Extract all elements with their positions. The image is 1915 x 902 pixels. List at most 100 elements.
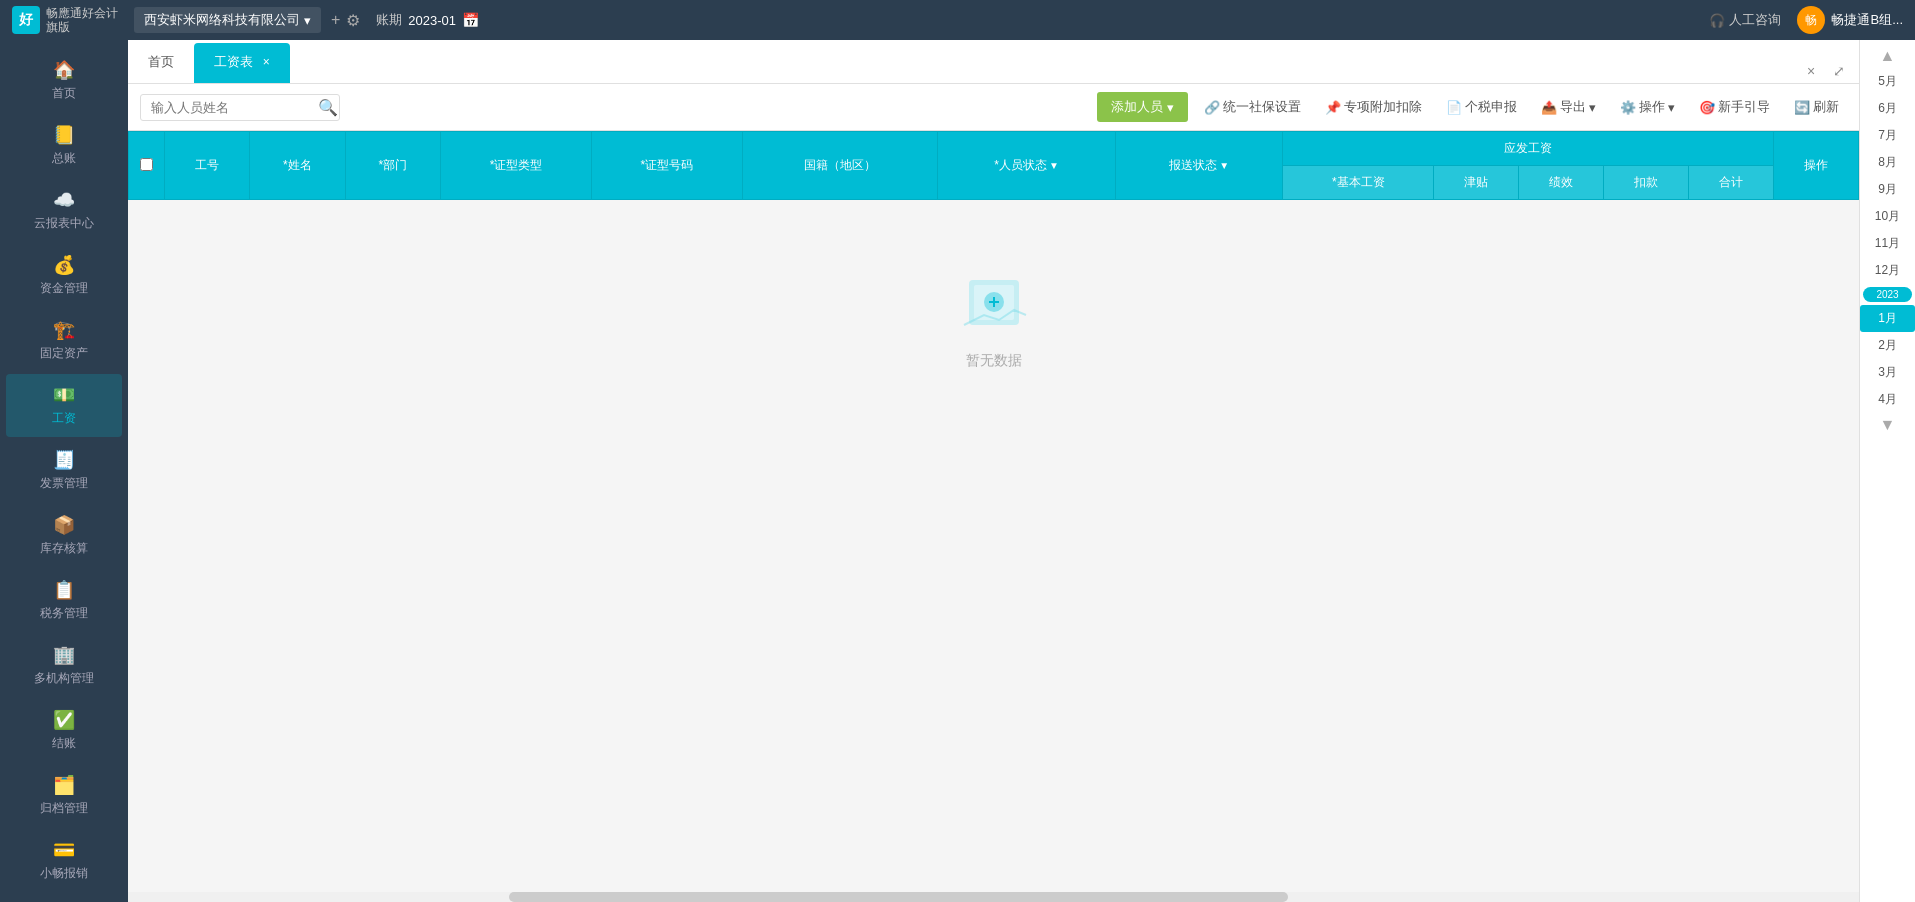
month-6[interactable]: 6月 (1860, 95, 1915, 122)
th-allowance: 津贴 (1434, 166, 1519, 200)
sidebar-label-expense: 小畅报销 (40, 865, 88, 882)
sidebar-icon-settlement: ✅ (53, 709, 75, 731)
sidebar-icon-archive: 🗂️ (53, 774, 75, 796)
sidebar-item-fixed-assets[interactable]: 🏗️ 固定资产 (6, 309, 122, 372)
sidebar-item-capital[interactable]: 💰 资金管理 (6, 244, 122, 307)
sidebar-item-invoice[interactable]: 🧾 发票管理 (6, 439, 122, 502)
sidebar-item-settlement[interactable]: ✅ 结账 (6, 699, 122, 762)
sidebar-label-fixed-assets: 固定资产 (40, 345, 88, 362)
content-main: 首页 工资表 × × ⤢ 🔍 添加人员 ▾ (128, 40, 1859, 902)
sidebar-item-expense[interactable]: 💳 小畅报销 (6, 829, 122, 892)
user-avatar: 畅 (1797, 6, 1825, 34)
sidebar-item-inventory[interactable]: 📦 库存核算 (6, 504, 122, 567)
new-guide-icon: 🎯 (1699, 100, 1715, 115)
tab-salary[interactable]: 工资表 × (194, 43, 290, 83)
th-total: 合计 (1689, 166, 1774, 200)
month-5[interactable]: 5月 (1860, 68, 1915, 95)
month-2[interactable]: 2月 (1860, 332, 1915, 359)
sidebar-label-tax: 税务管理 (40, 605, 88, 622)
month-1[interactable]: 1月 (1860, 305, 1915, 332)
period-value: 2023-01 (408, 13, 456, 28)
sidebar-item-settings[interactable]: ⚙️ 基础设置 (6, 894, 122, 902)
select-all-checkbox[interactable] (140, 158, 153, 171)
empty-icon (954, 260, 1034, 340)
sidebar-label-settlement: 结账 (52, 735, 76, 752)
table-container: 工号 *姓名 *部门 *证型类型 (128, 131, 1859, 902)
social-insurance-button[interactable]: 🔗 统一社保设置 (1196, 93, 1309, 121)
user-name: 畅捷通B组... (1831, 11, 1903, 29)
special-deduction-button[interactable]: 📌 专项附加扣除 (1317, 93, 1430, 121)
company-dropdown-icon: ▾ (304, 13, 311, 28)
th-performance: 绩效 (1519, 166, 1604, 200)
sidebar-label-cloud-report: 云报表中心 (34, 215, 94, 232)
logo-icon: 好 (12, 6, 40, 34)
toolbar: 🔍 添加人员 ▾ 🔗 统一社保设置 📌 专项附加扣除 (128, 84, 1859, 131)
support-button[interactable]: 🎧 人工咨询 (1709, 11, 1781, 29)
sidebar-icon-inventory: 📦 (53, 514, 75, 536)
sidebar-item-ledger[interactable]: 📒 总账 (6, 114, 122, 177)
export-button[interactable]: 📤 导出 ▾ (1533, 93, 1604, 121)
sidebar-icon-home: 🏠 (53, 59, 75, 81)
sidebar-item-salary[interactable]: 💵 工资 (6, 374, 122, 437)
month-4[interactable]: 4月 (1860, 386, 1915, 413)
month-8[interactable]: 8月 (1860, 149, 1915, 176)
add-company-icon[interactable]: + (331, 11, 340, 29)
sidebar-item-home[interactable]: 🏠 首页 (6, 49, 122, 112)
month-7[interactable]: 7月 (1860, 122, 1915, 149)
th-base-salary: *基本工资 (1283, 166, 1434, 200)
sidebar-icon-invoice: 🧾 (53, 449, 75, 471)
tabbar: 首页 工资表 × × ⤢ (128, 40, 1859, 84)
new-guide-button[interactable]: 🎯 新手引导 (1691, 93, 1778, 121)
th-status: *人员状态 ▼ (937, 132, 1115, 200)
month-9[interactable]: 9月 (1860, 176, 1915, 203)
horizontal-scrollbar[interactable] (128, 892, 1859, 902)
sidebar-icon-expense: 💳 (53, 839, 75, 861)
report-filter-icon[interactable]: ▼ (1219, 160, 1229, 171)
user-menu[interactable]: 畅 畅捷通B组... (1797, 6, 1903, 34)
sidebar-label-archive: 归档管理 (40, 800, 88, 817)
empty-text: 暂无数据 (966, 352, 1022, 370)
scrollbar-thumb[interactable] (509, 892, 1288, 902)
status-filter-icon[interactable]: ▼ (1049, 160, 1059, 171)
company-selector[interactable]: 西安虾米网络科技有限公司 ▾ (134, 7, 321, 33)
operation-dropdown-icon: ▾ (1668, 100, 1675, 115)
sidebar-item-tax[interactable]: 📋 税务管理 (6, 569, 122, 632)
sidebar-item-archive[interactable]: 🗂️ 归档管理 (6, 764, 122, 827)
panel-nav-down[interactable]: ▼ (1877, 413, 1899, 437)
company-name: 西安虾米网络科技有限公司 (144, 11, 300, 29)
tab-maximize-btn[interactable]: ⤢ (1827, 59, 1851, 83)
sidebar-label-multi-org: 多机构管理 (34, 670, 94, 687)
month-3[interactable]: 3月 (1860, 359, 1915, 386)
operation-icon: ⚙️ (1620, 100, 1636, 115)
search-input[interactable] (140, 94, 340, 121)
month-10[interactable]: 10月 (1860, 203, 1915, 230)
empty-state: 暂无数据 (128, 200, 1859, 430)
sidebar-label-capital: 资金管理 (40, 280, 88, 297)
settings-icon[interactable]: ⚙ (346, 11, 360, 30)
search-button[interactable]: 🔍 (318, 98, 338, 117)
export-dropdown-icon: ▾ (1589, 100, 1596, 115)
period-label: 账期 (376, 11, 402, 29)
topbar-actions: 🎧 人工咨询 畅 畅捷通B组... (1709, 6, 1903, 34)
sidebar: 🏠 首页 📒 总账 ☁️ 云报表中心 💰 资金管理 🏗️ 固定资产 💵 工资 🧾… (0, 40, 128, 902)
refresh-button[interactable]: 🔄 刷新 (1786, 93, 1847, 121)
th-salary-group: 应发工资 (1283, 132, 1774, 166)
tab-home[interactable]: 首页 (128, 43, 194, 83)
month-12[interactable]: 12月 (1860, 257, 1915, 284)
add-employee-button[interactable]: 添加人员 ▾ (1097, 92, 1188, 122)
tab-close-icon[interactable]: × (263, 55, 270, 69)
operation-button[interactable]: ⚙️ 操作 ▾ (1612, 93, 1683, 121)
sidebar-icon-capital: 💰 (53, 254, 75, 276)
sidebar-item-cloud-report[interactable]: ☁️ 云报表中心 (6, 179, 122, 242)
tab-close-btn[interactable]: × (1799, 59, 1823, 83)
sidebar-item-multi-org[interactable]: 🏢 多机构管理 (6, 634, 122, 697)
sidebar-icon-ledger: 📒 (53, 124, 75, 146)
calendar-icon[interactable]: 📅 (462, 12, 479, 28)
panel-nav-up[interactable]: ▲ (1877, 44, 1899, 68)
sidebar-label-ledger: 总账 (52, 150, 76, 167)
sidebar-label-home: 首页 (52, 85, 76, 102)
salary-table: 工号 *姓名 *部门 *证型类型 (128, 131, 1859, 200)
month-11[interactable]: 11月 (1860, 230, 1915, 257)
tax-return-button[interactable]: 📄 个税申报 (1438, 93, 1525, 121)
main-layout: 🏠 首页 📒 总账 ☁️ 云报表中心 💰 资金管理 🏗️ 固定资产 💵 工资 🧾… (0, 40, 1915, 902)
